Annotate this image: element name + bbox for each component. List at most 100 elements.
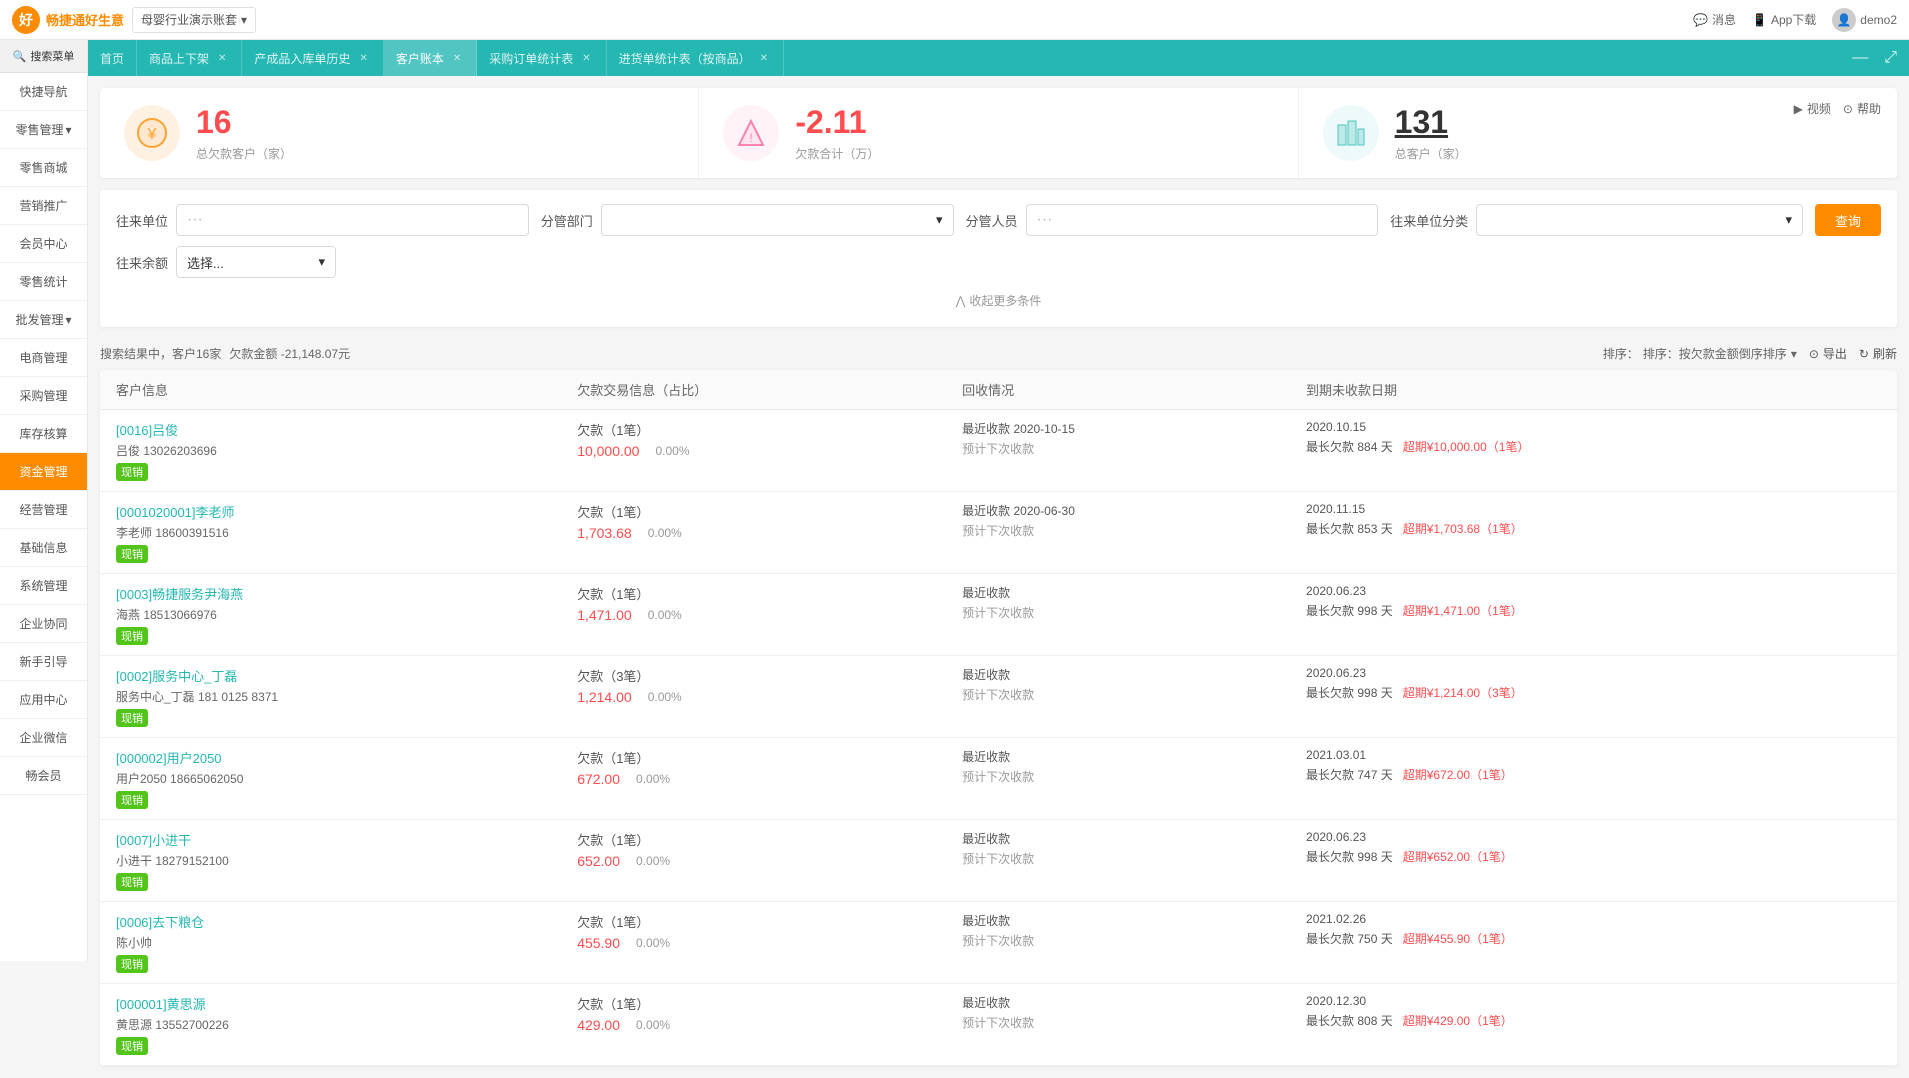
tab-close-icon[interactable]: ✕ — [215, 52, 229, 65]
td-overdue-4: 2021.03.01 最长欠款 747 天 超期¥672.00（1笔） — [1290, 738, 1897, 820]
overdue-date-3: 2020.06.23 — [1306, 666, 1881, 680]
sidebar-item-app-center[interactable]: 应用中心 — [0, 681, 87, 719]
dept-select[interactable]: ▾ — [601, 204, 954, 236]
sidebar-item-quick-nav[interactable]: 快捷导航 — [0, 73, 87, 111]
customer-name-7[interactable]: [000001]黄思源 — [116, 994, 545, 1013]
from-unit-input[interactable] — [176, 204, 529, 236]
overdue-link-1[interactable]: 超期¥1,703.68（1笔） — [1403, 520, 1523, 537]
overdue-link-3[interactable]: 超期¥1,214.00（3笔） — [1403, 684, 1523, 701]
sidebar-item-inventory[interactable]: 库存核算 — [0, 415, 87, 453]
tab-close-icon[interactable]: ✕ — [450, 52, 464, 65]
tabs-expand-icon[interactable]: ⤢ — [1880, 47, 1901, 69]
sidebar-item-basic-info[interactable]: 基础信息 — [0, 529, 87, 567]
tab-label: 客户账本 — [396, 50, 444, 67]
sidebar-item-label: 零售统计 — [19, 273, 67, 290]
customer-name-4[interactable]: [000002]用户2050 — [116, 748, 545, 767]
td-customer-7: [000001]黄思源 黄思源 13552700226 现销 — [100, 984, 561, 1066]
table-row: [000002]用户2050 用户2050 18665062050 现销 欠款（… — [100, 738, 1897, 820]
tab-close-icon[interactable]: ✕ — [579, 52, 593, 65]
overdue-link-0[interactable]: 超期¥10,000.00（1笔） — [1403, 438, 1530, 455]
sidebar: 🔍 搜索菜单 快捷导航 零售管理 ▾ 零售商城 营销推广 会员中心 零售统计 批… — [0, 40, 88, 961]
sidebar-item-purchase-mgmt[interactable]: 采购管理 — [0, 377, 87, 415]
stat-card-debt: ! -2.11 欠款合计（万） — [699, 88, 1298, 178]
unit-classify-select[interactable]: ▾ — [1476, 204, 1803, 236]
tab-product-off[interactable]: 商品上下架 ✕ — [137, 40, 242, 76]
stats-row: ¥ 16 总欠款客户（家） ! -2.11 欠款合计（万） — [100, 88, 1897, 178]
collapse-btn[interactable]: ⋀ 收起更多条件 — [116, 288, 1881, 313]
th-customer: 客户信息 — [100, 370, 561, 410]
td-customer-2: [0003]畅捷服务尹海燕 海燕 18513066976 现销 — [100, 574, 561, 656]
th-debt: 欠款交易信息（占比） — [561, 370, 946, 410]
customer-name-5[interactable]: [0007]小进干 — [116, 830, 545, 849]
table-header-row: 客户信息 欠款交易信息（占比） 回收情况 到期未收款日期 — [100, 370, 1897, 410]
message-btn[interactable]: 💬 消息 — [1693, 11, 1736, 28]
tab-close-icon[interactable]: ✕ — [757, 52, 771, 65]
td-debt-2: 欠款（1笔） 1,471.00 0.00% — [561, 574, 946, 656]
customer-name-3[interactable]: [0002]服务中心_丁磊 — [116, 666, 545, 685]
debt-amount-2[interactable]: 1,471.00 — [577, 607, 632, 623]
sidebar-item-finance-mgmt[interactable]: 资金管理 — [0, 453, 87, 491]
debt-amount-3[interactable]: 1,214.00 — [577, 689, 632, 705]
sidebar-item-enterprise-collab[interactable]: 企业协同 — [0, 605, 87, 643]
sidebar-item-super-member[interactable]: 畅会员 — [0, 757, 87, 795]
sidebar-search[interactable]: 🔍 搜索菜单 — [0, 40, 87, 73]
debt-amount-5[interactable]: 652.00 — [577, 853, 620, 869]
sidebar-item-member-center[interactable]: 会员中心 — [0, 225, 87, 263]
recovery-label-2: 预计下次收款 — [962, 604, 1274, 621]
company-select[interactable]: 母婴行业演示账套 ▾ — [132, 7, 256, 33]
tab-home[interactable]: 首页 — [88, 40, 137, 76]
customer-name-2[interactable]: [0003]畅捷服务尹海燕 — [116, 584, 545, 603]
overdue-link-6[interactable]: 超期¥455.90（1笔） — [1403, 930, 1513, 947]
stat-card-customers: ¥ 16 总欠款客户（家） — [100, 88, 699, 178]
sort-select[interactable]: 排序： 排序：按欠款金额倒序排序 ▾ — [1603, 345, 1797, 362]
user-area[interactable]: 👤 demo2 — [1832, 8, 1897, 32]
debt-amount-4[interactable]: 672.00 — [577, 771, 620, 787]
overdue-days-5: 最长欠款 998 天 — [1306, 848, 1393, 865]
tabs-minimize-icon[interactable]: — — [1848, 47, 1872, 69]
stat-label-customers: 总欠款客户（家） — [196, 145, 674, 162]
balance-select[interactable]: 选择... ▾ — [176, 246, 336, 278]
results-summary: 搜索结果中，客户16家 — [100, 345, 221, 362]
sidebar-item-ecom-mgmt[interactable]: 电商管理 — [0, 339, 87, 377]
manager-input[interactable] — [1026, 204, 1379, 236]
sidebar-item-retail-mgmt[interactable]: 零售管理 ▾ — [0, 111, 87, 149]
tab-product-in[interactable]: 产成品入库单历史 ✕ — [242, 40, 383, 76]
customer-name-0[interactable]: [0016]吕俊 — [116, 420, 545, 439]
debt-amount-6[interactable]: 455.90 — [577, 935, 620, 951]
sidebar-item-enterprise-wechat[interactable]: 企业微信 — [0, 719, 87, 757]
sidebar-item-ops-mgmt[interactable]: 经营管理 — [0, 491, 87, 529]
refresh-btn[interactable]: ↻ 刷新 — [1859, 345, 1897, 362]
sidebar-item-label: 快捷导航 — [19, 83, 67, 100]
sidebar-item-batch-mgmt[interactable]: 批发管理 ▾ — [0, 301, 87, 339]
help-btn[interactable]: ⊙ 帮助 — [1843, 100, 1881, 117]
sidebar-item-retail-store[interactable]: 零售商城 — [0, 149, 87, 187]
video-btn[interactable]: ▶ 视频 — [1794, 100, 1831, 117]
sidebar-item-new-guide[interactable]: 新手引导 — [0, 643, 87, 681]
debt-amount-0[interactable]: 10,000.00 — [577, 443, 639, 459]
tab-purchase-stat[interactable]: 采购订单统计表 ✕ — [477, 40, 606, 76]
top-bar-right: 💬 消息 📱 App下载 👤 demo2 — [1693, 8, 1897, 32]
query-button[interactable]: 查询 — [1815, 204, 1881, 236]
tab-customer-account[interactable]: 客户账本 ✕ — [384, 40, 477, 76]
table-row: [000001]黄思源 黄思源 13552700226 现销 欠款（1笔） 42… — [100, 984, 1897, 1066]
top-bar-left: 好 畅捷通好生意 母婴行业演示账套 ▾ — [12, 6, 256, 34]
overdue-link-4[interactable]: 超期¥672.00（1笔） — [1403, 766, 1513, 783]
tab-purchase-goods[interactable]: 进货单统计表（按商品） ✕ — [607, 40, 784, 76]
export-btn[interactable]: ⊙ 导出 — [1809, 345, 1847, 362]
debt-amount-7[interactable]: 429.00 — [577, 1017, 620, 1033]
customer-name-6[interactable]: [0006]去下粮仓 — [116, 912, 545, 931]
app-download-btn[interactable]: 📱 App下载 — [1752, 11, 1816, 28]
logo-text: 畅捷通好生意 — [46, 10, 124, 29]
overdue-link-7[interactable]: 超期¥429.00（1笔） — [1403, 1012, 1513, 1029]
export-label: 导出 — [1823, 345, 1847, 362]
td-overdue-6: 2021.02.26 最长欠款 750 天 超期¥455.90（1笔） — [1290, 902, 1897, 984]
sidebar-item-marketing[interactable]: 营销推广 — [0, 187, 87, 225]
overdue-link-2[interactable]: 超期¥1,471.00（1笔） — [1403, 602, 1523, 619]
debt-percent-3: 0.00% — [648, 690, 682, 704]
sidebar-item-retail-stat[interactable]: 零售统计 — [0, 263, 87, 301]
overdue-link-5[interactable]: 超期¥652.00（1笔） — [1403, 848, 1513, 865]
tab-close-icon[interactable]: ✕ — [356, 52, 370, 65]
sidebar-item-sys-mgmt[interactable]: 系统管理 — [0, 567, 87, 605]
customer-name-1[interactable]: [0001020001]李老师 — [116, 502, 545, 521]
debt-amount-1[interactable]: 1,703.68 — [577, 525, 632, 541]
